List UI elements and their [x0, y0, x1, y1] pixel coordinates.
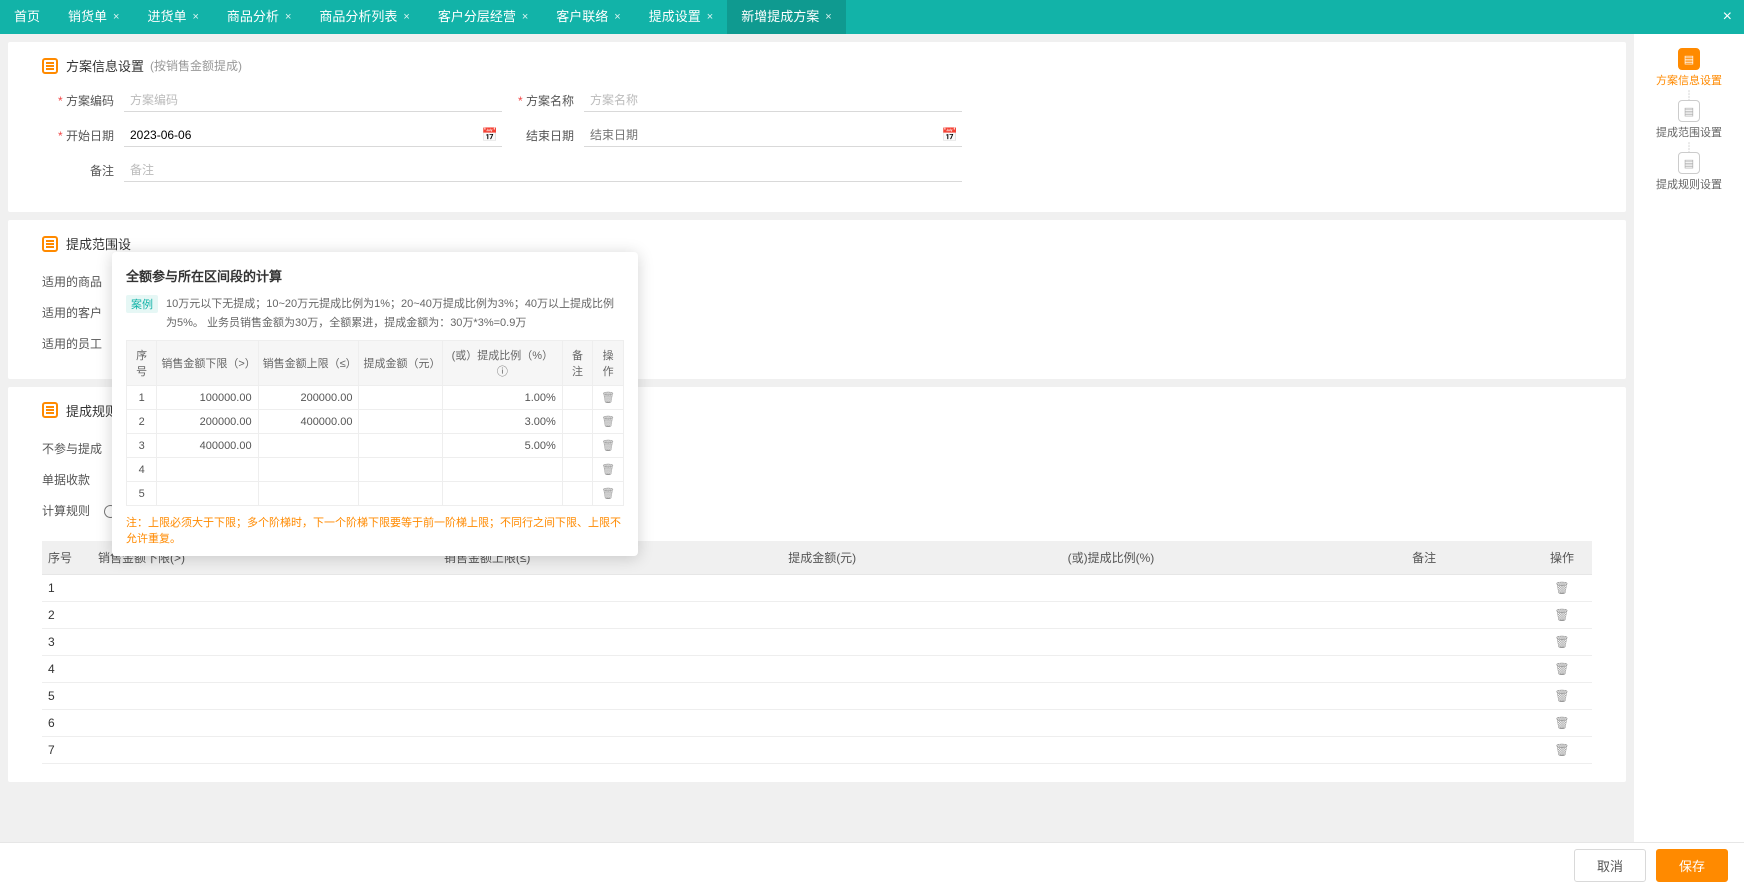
table-row: 2200000.00400000.003.00%🗑: [127, 410, 624, 434]
close-icon[interactable]: ×: [403, 0, 409, 34]
col-op: 操作: [1532, 541, 1592, 575]
table-row[interactable]: 1🗑: [42, 575, 1592, 602]
section-title: 提成范围设: [66, 234, 131, 253]
tab-product-analysis[interactable]: 商品分析×: [213, 0, 305, 34]
table-row: 1100000.00200000.001.00%🗑: [127, 386, 624, 410]
trash-icon[interactable]: 🗑: [601, 488, 615, 500]
trash-icon[interactable]: 🗑: [1554, 635, 1569, 649]
section-icon: [42, 236, 58, 252]
table-row: 5🗑: [127, 482, 624, 506]
code-input[interactable]: [124, 89, 502, 112]
table-row[interactable]: 5🗑: [42, 683, 1592, 710]
tab-bar: 首页 销货单× 进货单× 商品分析× 商品分析列表× 客户分层经营× 客户联络×…: [0, 0, 1744, 34]
table-row: 4🗑: [127, 458, 624, 482]
trash-icon[interactable]: 🗑: [1554, 662, 1569, 676]
table-row[interactable]: 2🗑: [42, 602, 1592, 629]
nav-icon: ▤: [1678, 100, 1700, 122]
case-tag: 案例: [126, 295, 158, 313]
remark-input[interactable]: [124, 159, 962, 182]
name-input[interactable]: [584, 89, 962, 112]
nav-rule[interactable]: ▤ 提成规则设置: [1634, 152, 1744, 192]
name-label: 方案名称: [502, 92, 574, 109]
tab-product-analysis-list[interactable]: 商品分析列表×: [305, 0, 423, 34]
trash-icon[interactable]: 🗑: [1554, 716, 1569, 730]
tab-new-commission-plan[interactable]: 新增提成方案×: [727, 0, 845, 34]
tab-sales[interactable]: 销货单×: [54, 0, 133, 34]
save-button[interactable]: 保存: [1656, 849, 1728, 882]
close-icon[interactable]: ×: [825, 0, 831, 34]
tooltip-title: 全额参与所在区间段的计算: [126, 266, 624, 285]
tooltip-note: 注：上限必须大于下限；多个阶梯时，下一个阶梯下限要等于前一阶梯上限；不同行之间下…: [126, 514, 624, 546]
close-icon[interactable]: ×: [192, 0, 198, 34]
section-icon: [42, 58, 58, 74]
info-icon: ⓘ: [497, 366, 508, 378]
table-row[interactable]: 6🗑: [42, 710, 1592, 737]
close-icon[interactable]: ×: [113, 0, 119, 34]
table-row[interactable]: 7🗑: [42, 737, 1592, 764]
close-icon[interactable]: ×: [285, 0, 291, 34]
tab-commission-settings[interactable]: 提成设置×: [635, 0, 727, 34]
trash-icon[interactable]: 🗑: [601, 440, 615, 452]
section-title: 方案信息设置: [66, 56, 144, 75]
calc-rule-label: 计算规则: [42, 496, 90, 527]
trash-icon[interactable]: 🗑: [1554, 743, 1569, 757]
tab-customer-contact[interactable]: 客户联络×: [542, 0, 634, 34]
trash-icon[interactable]: 🗑: [1554, 608, 1569, 622]
calc-rule-tooltip: 全额参与所在区间段的计算 案例 10万元以下无提成；10~20万元提成比例为1%…: [112, 252, 638, 556]
start-date-label: 开始日期: [42, 127, 114, 144]
tabbar-close-icon[interactable]: ×: [1723, 8, 1732, 26]
tab-customer-tier[interactable]: 客户分层经营×: [424, 0, 542, 34]
calendar-icon[interactable]: 📅: [938, 127, 962, 143]
table-row: 3400000.005.00%🗑: [127, 434, 624, 458]
plan-info-section: 方案信息设置 (按销售金额提成) 方案编码 方案名称 开始日期 📅: [8, 42, 1626, 212]
case-text: 10万元以下无提成；10~20万元提成比例为1%；20~40万提成比例为3%；4…: [166, 295, 624, 332]
col-idx: 序号: [42, 541, 92, 575]
tab-purchase[interactable]: 进货单×: [133, 0, 212, 34]
col-remark: 备注: [1406, 541, 1532, 575]
footer-bar: 取消 保存: [0, 842, 1744, 888]
trash-icon[interactable]: 🗑: [1554, 581, 1569, 595]
trash-icon[interactable]: 🗑: [601, 464, 615, 476]
tooltip-table: 序号 销售金额下限（>） 销售金额上限（≤） 提成金额（元） (或）提成比例（%…: [126, 340, 624, 506]
end-date-input[interactable]: [584, 124, 938, 146]
section-icon: [42, 402, 58, 418]
cancel-button[interactable]: 取消: [1574, 849, 1646, 882]
col-pct: (或)提成比例(%): [1062, 541, 1407, 575]
rule-table: 序号 销售金额下限(>) 销售金额上限(≤) 提成金额(元) (或)提成比例(%…: [42, 541, 1592, 764]
end-date-label: 结束日期: [502, 127, 574, 144]
trash-icon[interactable]: 🗑: [601, 392, 615, 404]
code-label: 方案编码: [42, 92, 114, 109]
main-content: 方案信息设置 (按销售金额提成) 方案编码 方案名称 开始日期 📅: [0, 34, 1634, 850]
close-icon[interactable]: ×: [707, 0, 713, 34]
close-icon[interactable]: ×: [522, 0, 528, 34]
nav-icon: ▤: [1678, 152, 1700, 174]
table-row[interactable]: 4🗑: [42, 656, 1592, 683]
section-subtitle: (按销售金额提成): [150, 57, 242, 74]
col-amt: 提成金额(元): [782, 541, 1061, 575]
close-icon[interactable]: ×: [614, 0, 620, 34]
start-date-input[interactable]: [124, 124, 478, 146]
table-row[interactable]: 3🗑: [42, 629, 1592, 656]
calendar-icon[interactable]: 📅: [478, 127, 502, 143]
nav-icon: ▤: [1678, 48, 1700, 70]
tab-home[interactable]: 首页: [0, 0, 54, 34]
remark-label: 备注: [42, 162, 114, 179]
nav-scope[interactable]: ▤ 提成范围设置: [1634, 100, 1744, 140]
nav-plan-info[interactable]: ▤ 方案信息设置: [1634, 48, 1744, 88]
anchor-nav: ▤ 方案信息设置 ┊ ▤ 提成范围设置 ┊ ▤ 提成规则设置: [1634, 34, 1744, 850]
trash-icon[interactable]: 🗑: [601, 416, 615, 428]
trash-icon[interactable]: 🗑: [1554, 689, 1569, 703]
